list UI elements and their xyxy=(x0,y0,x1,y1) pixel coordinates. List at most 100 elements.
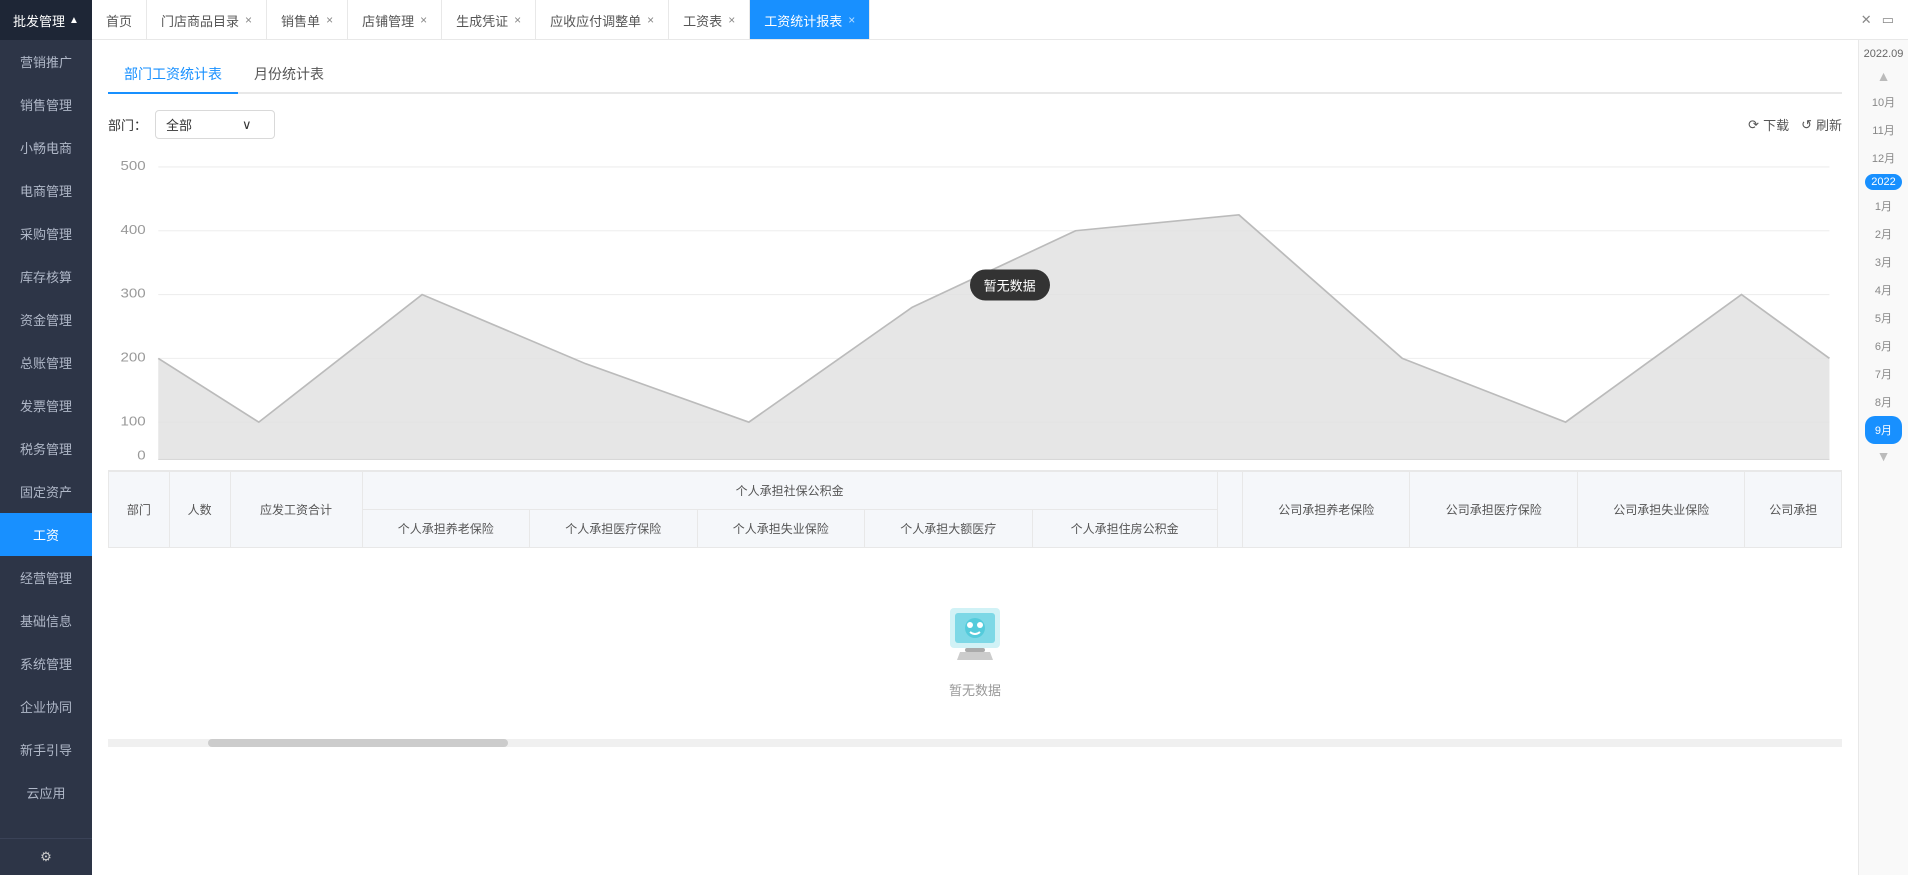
sidebar-item-税务管理[interactable]: 税务管理 xyxy=(0,427,92,470)
svg-text:100: 100 xyxy=(121,413,146,428)
sidebar-title: 批发管理 xyxy=(13,11,65,30)
data-table: 部门 人数 应发工资合计 个人承担社保公积金 公司承担养老保险 公司承担医疗保险… xyxy=(108,471,1842,548)
th-dept: 部门 xyxy=(109,472,170,548)
th-personal-insurance: 个人承担社保公积金 xyxy=(362,472,1217,510)
chevron-down-icon: ∨ xyxy=(242,117,252,133)
tab-close-icon[interactable]: × xyxy=(848,13,855,27)
timeline-item-8月[interactable]: 8月 xyxy=(1861,388,1905,416)
sidebar-item-经营管理[interactable]: 经营管理 xyxy=(0,556,92,599)
th-personal-total xyxy=(1217,472,1242,548)
timeline-item-2月[interactable]: 2月 xyxy=(1861,220,1905,248)
restore-window-icon[interactable]: ▭ xyxy=(1882,12,1894,28)
sidebar-item-总账管理[interactable]: 总账管理 xyxy=(0,341,92,384)
download-button[interactable]: ⟳ 下载 xyxy=(1748,115,1789,134)
empty-icon xyxy=(935,588,1015,668)
svg-text:0: 0 xyxy=(137,447,146,462)
content-area: 部门工资统计表月份统计表 部门： 全部 ∨ ⟳ 下载 xyxy=(92,40,1908,875)
th-p-medical: 个人承担医疗保险 xyxy=(530,510,698,548)
tab-close-icon[interactable]: × xyxy=(420,13,427,27)
scrollbar-thumb[interactable] xyxy=(208,739,508,747)
close-window-icon[interactable]: ✕ xyxy=(1861,12,1872,28)
tab-close-icon[interactable]: × xyxy=(326,13,333,27)
th-p-old: 个人承担养老保险 xyxy=(362,510,530,548)
th-company-unemploy: 公司承担失业保险 xyxy=(1577,472,1745,548)
sidebar-arrow-icon: ▲ xyxy=(69,15,79,26)
tab-label: 生成凭证 xyxy=(456,11,508,30)
tab-生成凭证[interactable]: 生成凭证 × xyxy=(442,0,536,40)
sidebar-item-营销推广[interactable]: 营销推广 xyxy=(0,40,92,83)
timeline-panel: 2022.09 ▲ 10月11月12月20221月2月3月4月5月6月7月8月9… xyxy=(1858,40,1908,875)
tab-label: 销售单 xyxy=(281,11,320,30)
th-company-medical: 公司承担医疗保险 xyxy=(1410,472,1578,548)
main-content: 首页门店商品目录×销售单×店铺管理×生成凭证×应收应付调整单×工资表×工资统计报… xyxy=(92,0,1908,875)
tab-门店商品目录[interactable]: 门店商品目录 × xyxy=(147,0,267,40)
timeline-item-10月[interactable]: 10月 xyxy=(1861,88,1905,116)
th-count: 人数 xyxy=(169,472,230,548)
sidebar-item-小畅电商[interactable]: 小畅电商 xyxy=(0,126,92,169)
tab-首页[interactable]: 首页 xyxy=(92,0,147,40)
tab-工资统计报表[interactable]: 工资统计报表× xyxy=(750,0,870,40)
timeline-item-3月[interactable]: 3月 xyxy=(1861,248,1905,276)
th-total-wage: 应发工资合计 xyxy=(230,472,362,548)
tab-工资表[interactable]: 工资表 × xyxy=(669,0,750,40)
th-p-major: 个人承担大额医疗 xyxy=(865,510,1033,548)
toolbar-right: ⟳ 下载 ↺ 刷新 xyxy=(1748,115,1842,134)
empty-state: 暂无数据 xyxy=(108,548,1842,739)
toolbar: 部门： 全部 ∨ ⟳ 下载 ↺ 刷新 xyxy=(108,110,1842,139)
refresh-button[interactable]: ↺ 刷新 xyxy=(1801,115,1842,134)
tab-close-icon[interactable]: × xyxy=(514,13,521,27)
bottom-scrollbar[interactable] xyxy=(108,739,1842,747)
svg-text:500: 500 xyxy=(121,158,146,173)
sidebar-item-采购管理[interactable]: 采购管理 xyxy=(0,212,92,255)
chart-svg: 500 400 300 200 100 0 xyxy=(108,151,1842,470)
sidebar-item-云应用[interactable]: 云应用 xyxy=(0,771,92,814)
tab-店铺管理[interactable]: 店铺管理 × xyxy=(348,0,442,40)
sub-tab-月份统计表[interactable]: 月份统计表 xyxy=(238,56,340,94)
sidebar-item-发票管理[interactable]: 发票管理 xyxy=(0,384,92,427)
timeline-item-11月[interactable]: 11月 xyxy=(1861,116,1905,144)
sidebar-item-资金管理[interactable]: 资金管理 xyxy=(0,298,92,341)
timeline-down-icon[interactable]: ▼ xyxy=(1877,444,1891,468)
tab-label: 应收应付调整单 xyxy=(550,11,641,30)
timeline-item-4月[interactable]: 4月 xyxy=(1861,276,1905,304)
chart-tooltip: 暂无数据 xyxy=(970,269,1050,300)
timeline-year-2022[interactable]: 2022 xyxy=(1865,174,1901,190)
svg-text:400: 400 xyxy=(121,222,146,237)
sidebar-item-固定资产[interactable]: 固定资产 xyxy=(0,470,92,513)
toolbar-left: 部门： 全部 ∨ xyxy=(108,110,275,139)
sidebar-header[interactable]: 批发管理 ▲ xyxy=(0,0,92,40)
tab-应收应付调整单[interactable]: 应收应付调整单 × xyxy=(536,0,669,40)
timeline-item-5月[interactable]: 5月 xyxy=(1861,304,1905,332)
svg-text:300: 300 xyxy=(121,286,146,301)
sidebar-item-销售管理[interactable]: 销售管理 xyxy=(0,83,92,126)
sidebar-item-工资[interactable]: 工资 xyxy=(0,513,92,556)
tab-close-icon[interactable]: × xyxy=(245,13,252,27)
sidebar-item-系统管理[interactable]: 系统管理 xyxy=(0,642,92,685)
tab-label: 工资表 xyxy=(683,11,722,30)
dept-select-value: 全部 xyxy=(166,115,192,134)
tab-label: 门店商品目录 xyxy=(161,11,239,30)
settings-icon: ⚙ xyxy=(40,849,52,864)
timeline-item-12月[interactable]: 12月 xyxy=(1861,144,1905,172)
th-p-unemploy: 个人承担失业保险 xyxy=(697,510,865,548)
dept-select[interactable]: 全部 ∨ xyxy=(155,110,275,139)
timeline-item-1月[interactable]: 1月 xyxy=(1861,192,1905,220)
tab-label: 店铺管理 xyxy=(362,11,414,30)
timeline-item-7月[interactable]: 7月 xyxy=(1861,360,1905,388)
timeline-item-6月[interactable]: 6月 xyxy=(1861,332,1905,360)
page-content: 部门工资统计表月份统计表 部门： 全部 ∨ ⟳ 下载 xyxy=(92,40,1858,875)
tab-销售单[interactable]: 销售单 × xyxy=(267,0,348,40)
sidebar-item-库存核算[interactable]: 库存核算 xyxy=(0,255,92,298)
tab-close-icon[interactable]: × xyxy=(728,13,735,27)
tab-close-icon[interactable]: × xyxy=(647,13,654,27)
timeline-up-icon[interactable]: ▲ xyxy=(1877,64,1891,88)
sidebar-item-电商管理[interactable]: 电商管理 xyxy=(0,169,92,212)
sidebar-item-新手引导[interactable]: 新手引导 xyxy=(0,728,92,771)
sidebar-item-基础信息[interactable]: 基础信息 xyxy=(0,599,92,642)
sidebar-item-企业协同[interactable]: 企业协同 xyxy=(0,685,92,728)
timeline-item-9月[interactable]: 9月 xyxy=(1865,416,1901,444)
table-header-row1: 部门 人数 应发工资合计 个人承担社保公积金 公司承担养老保险 公司承担医疗保险… xyxy=(109,472,1842,510)
sidebar-settings[interactable]: ⚙ xyxy=(0,838,92,875)
svg-text:200: 200 xyxy=(121,350,146,365)
sub-tab-部门工资统计表[interactable]: 部门工资统计表 xyxy=(108,56,238,94)
